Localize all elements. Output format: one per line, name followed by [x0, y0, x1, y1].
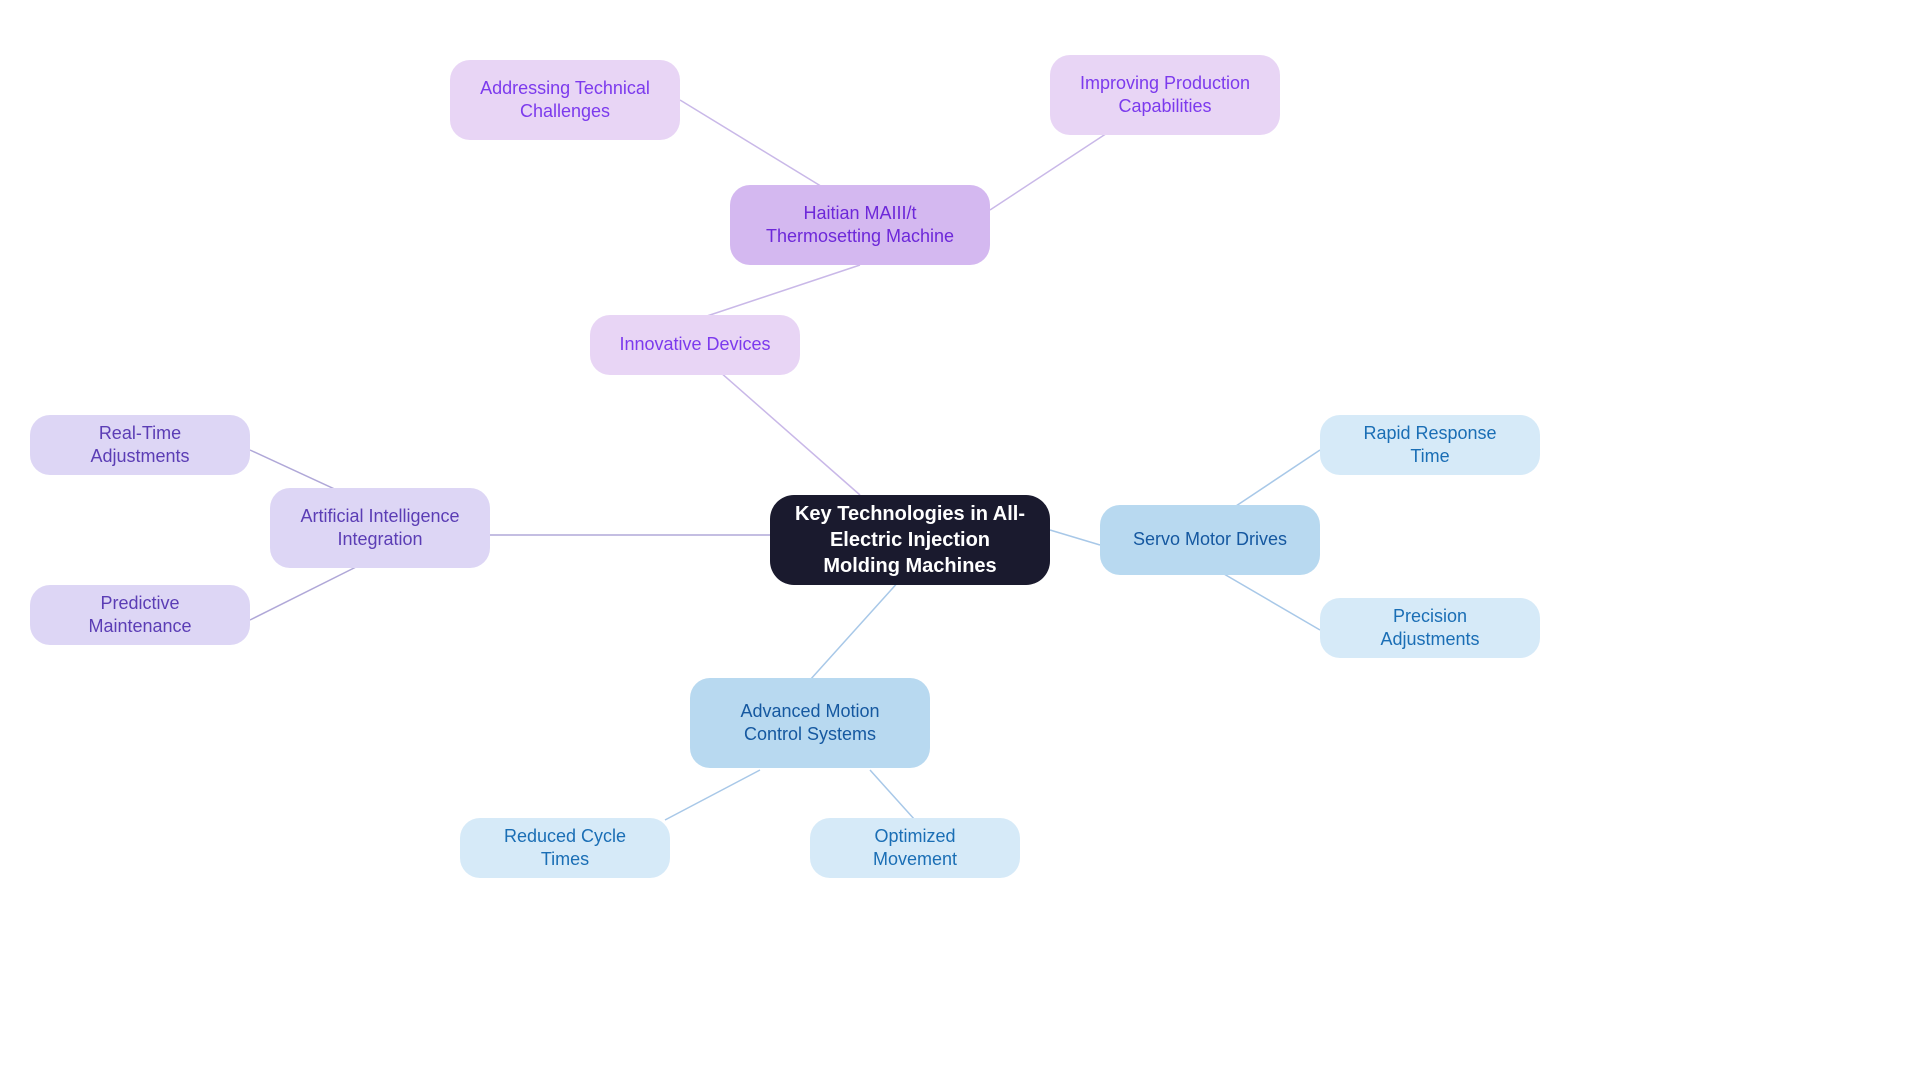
improving-production-label: Improving Production Capabilities: [1072, 72, 1258, 119]
predictive-maintenance-node: Predictive Maintenance: [30, 585, 250, 645]
haitian-node: Haitian MAIII/t Thermosetting Machine: [730, 185, 990, 265]
center-label: Key Technologies in All-Electric Injecti…: [792, 501, 1028, 579]
advanced-motion-label: Advanced Motion Control Systems: [712, 700, 908, 747]
innovative-devices-node: Innovative Devices: [590, 315, 800, 375]
reduced-cycle-node: Reduced Cycle Times: [460, 818, 670, 878]
real-time-node: Real-Time Adjustments: [30, 415, 250, 475]
optimized-movement-node: Optimized Movement: [810, 818, 1020, 878]
center-node: Key Technologies in All-Electric Injecti…: [770, 495, 1050, 585]
servo-motor-label: Servo Motor Drives: [1133, 528, 1287, 551]
precision-node: Precision Adjustments: [1320, 598, 1540, 658]
addressing-technical-node: Addressing Technical Challenges: [450, 60, 680, 140]
advanced-motion-node: Advanced Motion Control Systems: [690, 678, 930, 768]
haitian-label: Haitian MAIII/t Thermosetting Machine: [752, 202, 968, 249]
reduced-cycle-label: Reduced Cycle Times: [482, 825, 648, 872]
rapid-response-label: Rapid Response Time: [1342, 422, 1518, 469]
ai-integration-node: Artificial Intelligence Integration: [270, 488, 490, 568]
ai-integration-label: Artificial Intelligence Integration: [292, 505, 468, 552]
precision-label: Precision Adjustments: [1342, 605, 1518, 652]
addressing-technical-label: Addressing Technical Challenges: [472, 77, 658, 124]
servo-motor-node: Servo Motor Drives: [1100, 505, 1320, 575]
optimized-movement-label: Optimized Movement: [832, 825, 998, 872]
predictive-maintenance-label: Predictive Maintenance: [52, 592, 228, 639]
rapid-response-node: Rapid Response Time: [1320, 415, 1540, 475]
real-time-label: Real-Time Adjustments: [52, 422, 228, 469]
innovative-devices-label: Innovative Devices: [619, 333, 770, 356]
improving-production-node: Improving Production Capabilities: [1050, 55, 1280, 135]
